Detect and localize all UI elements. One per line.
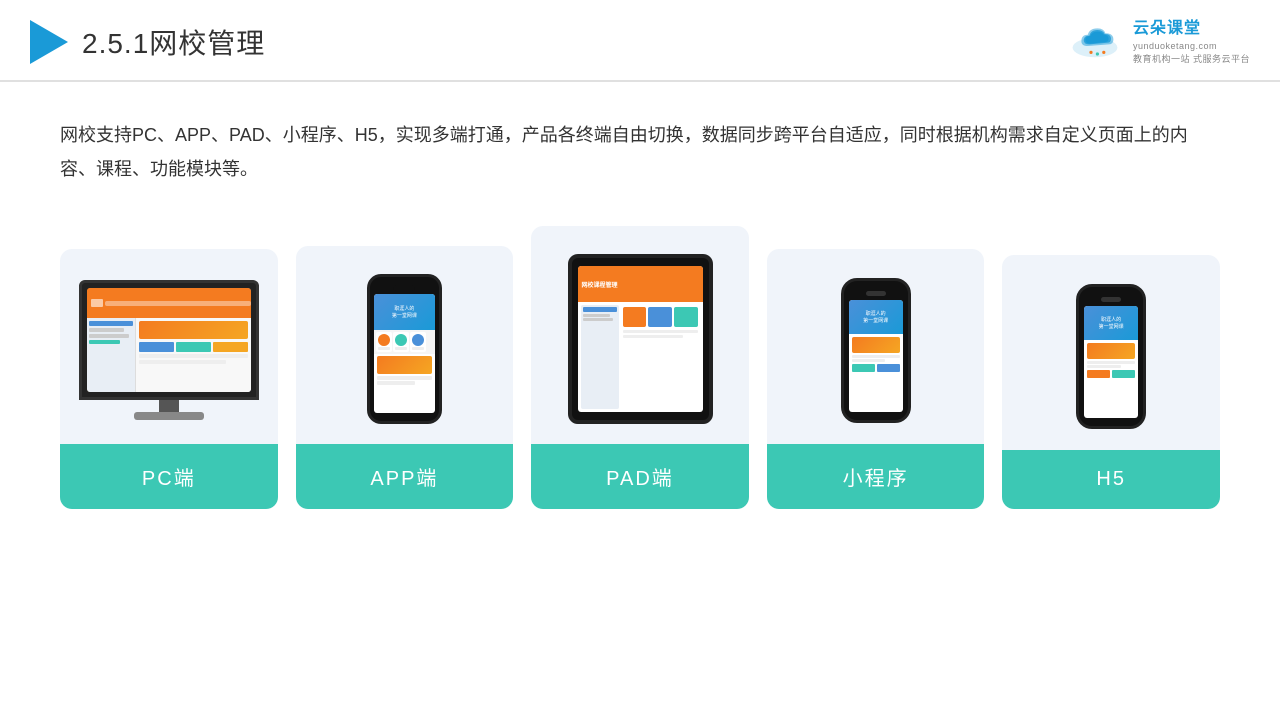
pc-monitor-icon — [79, 280, 259, 420]
cloud-icon — [1065, 22, 1125, 62]
phone-app-icon: 职涯人的第一堂网课 — [367, 274, 442, 424]
card-image-h5: 职涯人的第一堂网课 — [1002, 255, 1220, 450]
card-label-h5: H5 — [1002, 450, 1220, 509]
card-image-miniapp: 职涯人的第一堂网课 — [767, 249, 985, 444]
cards-row: PC端 职涯人的第一堂网课 — [60, 226, 1220, 509]
miniphone-icon: 职涯人的第一堂网课 — [841, 278, 911, 423]
card-pad: 网校课程管理 — [531, 226, 749, 509]
h5-phone-icon: 职涯人的第一堂网课 — [1076, 284, 1146, 429]
header: 2.5.1网校管理 云朵课堂 yunduoketang.com 教育机构一站 式… — [0, 0, 1280, 82]
brand-text: 云朵课堂 yunduoketang.com 教育机构一站 式服务云平台 — [1133, 18, 1250, 66]
card-pc: PC端 — [60, 249, 278, 509]
card-app: 职涯人的第一堂网课 — [296, 246, 514, 509]
logo-arrow-icon — [30, 20, 68, 64]
card-miniapp: 职涯人的第一堂网课 小程序 — [767, 249, 985, 509]
card-label-pad: PAD端 — [531, 444, 749, 509]
main-content: 网校支持PC、APP、PAD、小程序、H5，实现多端打通，产品各终端自由切换，数… — [0, 82, 1280, 539]
card-image-app: 职涯人的第一堂网课 — [296, 246, 514, 444]
card-h5: 职涯人的第一堂网课 H5 — [1002, 255, 1220, 509]
card-label-app: APP端 — [296, 444, 514, 509]
brand-logo: 云朵课堂 yunduoketang.com 教育机构一站 式服务云平台 — [1065, 18, 1250, 66]
header-left: 2.5.1网校管理 — [30, 20, 265, 64]
tablet-icon: 网校课程管理 — [568, 254, 713, 424]
card-image-pc — [60, 249, 278, 444]
description-text: 网校支持PC、APP、PAD、小程序、H5，实现多端打通，产品各终端自由切换，数… — [60, 118, 1220, 186]
card-label-miniapp: 小程序 — [767, 444, 985, 509]
page-title: 2.5.1网校管理 — [82, 22, 265, 62]
card-image-pad: 网校课程管理 — [531, 226, 749, 444]
card-label-pc: PC端 — [60, 444, 278, 509]
